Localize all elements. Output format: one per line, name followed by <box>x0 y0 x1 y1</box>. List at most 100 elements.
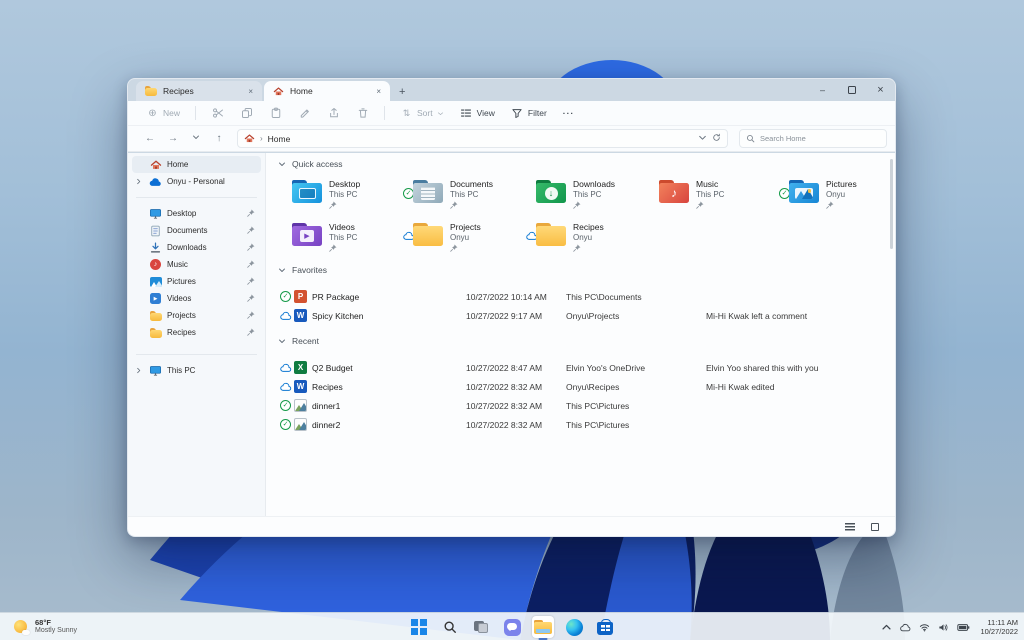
share-button[interactable] <box>321 105 346 122</box>
clock[interactable]: 11:11 AM 10/27/2022 <box>978 618 1018 637</box>
back-button[interactable]: ← <box>140 133 160 144</box>
paste-button[interactable] <box>263 105 288 122</box>
weather-widget[interactable]: 68°F Mostly Sunny <box>8 613 83 640</box>
more-options-button[interactable]: ··· <box>557 106 581 120</box>
pin-icon <box>247 209 255 219</box>
file-row-spicy-kitchen[interactable]: W Spicy Kitchen 10/27/2022 9:17 AM Onyu\… <box>266 306 889 325</box>
file-location: This PC\Pictures <box>566 419 630 430</box>
start-button[interactable] <box>408 616 430 638</box>
edge-icon <box>565 618 583 636</box>
sidebar-item-desktop[interactable]: Desktop <box>132 205 261 222</box>
tab-home[interactable]: Home × <box>264 81 390 101</box>
breadcrumb[interactable]: › Home <box>237 129 728 148</box>
recent-locations-button[interactable] <box>186 133 206 144</box>
videos-icon: ▶ <box>149 292 162 305</box>
search-input[interactable] <box>760 134 880 143</box>
chevron-down-icon <box>437 110 444 116</box>
rename-button[interactable] <box>292 105 317 122</box>
refresh-button[interactable] <box>712 133 721 144</box>
home-icon <box>149 158 162 171</box>
file-row-dinner1[interactable]: ✓ dinner1 10/27/2022 8:32 AM This PC\Pic… <box>266 396 889 415</box>
details-view-button[interactable] <box>845 522 855 531</box>
hidden-icons-chevron[interactable] <box>881 622 892 633</box>
file-location: Elvin Yoo's OneDrive <box>566 362 646 373</box>
close-button[interactable]: × <box>866 79 895 101</box>
task-view-button[interactable] <box>470 616 492 638</box>
quick-access-item-recipes[interactable]: Recipes Onyu <box>527 218 645 260</box>
file-row-q2-budget[interactable]: X Q2 Budget 10/27/2022 8:47 AM Elvin Yoo… <box>266 358 889 377</box>
quick-access-item-projects[interactable]: Projects Onyu <box>404 218 522 260</box>
task-view-icon <box>474 621 488 633</box>
breadcrumb-item-home[interactable]: Home <box>268 134 291 144</box>
quick-access-item-music[interactable]: ♪ Music This PC <box>650 175 768 217</box>
file-row-pr-package[interactable]: ✓ P PR Package 10/27/2022 10:14 AM This … <box>266 287 889 306</box>
volume-icon[interactable] <box>938 622 949 633</box>
address-dropdown-button[interactable] <box>698 133 707 144</box>
sidebar-item-documents[interactable]: Documents <box>132 222 261 239</box>
close-tab-icon[interactable]: × <box>245 87 256 96</box>
sidebar-item-music[interactable]: ♪ Music <box>132 256 261 273</box>
downloads-icon <box>149 241 162 254</box>
music-folder-icon: ♪ <box>659 180 689 204</box>
store-button[interactable] <box>594 616 616 638</box>
sidebar-item-videos[interactable]: ▶ Videos <box>132 290 261 307</box>
quick-access-item-videos[interactable]: ▶ Videos This PC <box>283 218 401 260</box>
sidebar-item-onyu-personal[interactable]: Onyu - Personal <box>132 173 261 190</box>
sort-button[interactable]: ⇅ Sort <box>394 105 450 122</box>
file-location: This PC\Documents <box>566 291 642 302</box>
wifi-icon[interactable] <box>919 622 930 633</box>
quick-access-item-pictures[interactable]: ✓ Pictures Onyu <box>779 175 895 217</box>
documents-icon <box>149 224 162 237</box>
file-explorer-button[interactable] <box>532 616 554 638</box>
pin-icon <box>450 201 493 211</box>
sidebar-item-home[interactable]: Home <box>132 156 261 173</box>
large-icons-view-button[interactable] <box>871 522 879 531</box>
battery-icon[interactable] <box>957 622 970 633</box>
up-button[interactable]: ↑ <box>209 133 229 144</box>
copy-button[interactable] <box>234 105 259 122</box>
forward-button[interactable]: → <box>163 133 183 144</box>
file-row-dinner2[interactable]: ✓ dinner2 10/27/2022 8:32 AM This PC\Pic… <box>266 415 889 434</box>
chevron-right-icon[interactable] <box>135 178 144 185</box>
new-tab-button[interactable]: + <box>390 86 414 101</box>
tab-recipes[interactable]: Recipes × <box>136 81 262 101</box>
view-button[interactable]: View <box>454 105 501 122</box>
onedrive-tray-icon[interactable] <box>900 622 911 633</box>
pin-icon <box>247 328 255 338</box>
sidebar-item-this-pc[interactable]: This PC <box>132 362 261 379</box>
taskbar-search-button[interactable] <box>439 616 461 638</box>
maximize-button[interactable] <box>837 79 866 101</box>
item-name: Downloads <box>573 179 616 189</box>
share-icon <box>327 107 340 120</box>
quick-access-item-desktop[interactable]: Desktop This PC <box>283 175 401 217</box>
file-row-recipes[interactable]: W Recipes 10/27/2022 8:32 AM Onyu\Recipe… <box>266 377 889 396</box>
weather-temp: 68°F <box>35 617 51 627</box>
quick-access-item-downloads[interactable]: ↓ Downloads This PC <box>527 175 645 217</box>
chevron-right-icon[interactable] <box>135 367 144 374</box>
section-header-quick-access[interactable]: Quick access <box>278 159 343 169</box>
synced-badge-icon: ✓ <box>280 400 291 411</box>
section-header-favorites[interactable]: Favorites <box>278 265 327 275</box>
chat-button[interactable] <box>501 616 523 638</box>
section-title: Favorites <box>292 265 327 275</box>
pictures-icon <box>149 275 162 288</box>
sidebar-item-projects[interactable]: Projects <box>132 307 261 324</box>
delete-button[interactable] <box>350 105 375 122</box>
sidebar-item-pictures[interactable]: Pictures <box>132 273 261 290</box>
new-label: New <box>163 108 181 118</box>
close-tab-icon[interactable]: × <box>373 87 384 96</box>
quick-access-item-documents[interactable]: ✓ Documents This PC <box>403 175 522 217</box>
new-button[interactable]: ⊕ New <box>140 105 186 122</box>
minimize-button[interactable]: – <box>808 79 837 101</box>
chevron-down-icon <box>278 337 286 345</box>
section-header-recent[interactable]: Recent <box>278 336 319 346</box>
tab-label: Recipes <box>163 86 194 96</box>
filter-button[interactable]: Filter <box>505 105 553 122</box>
sidebar-item-recipes[interactable]: Recipes <box>132 324 261 341</box>
pin-icon <box>247 226 255 236</box>
item-location: This PC <box>696 190 725 199</box>
edge-button[interactable] <box>563 616 585 638</box>
cut-button[interactable] <box>205 105 230 122</box>
sidebar-item-label: Desktop <box>167 209 197 218</box>
sidebar-item-downloads[interactable]: Downloads <box>132 239 261 256</box>
